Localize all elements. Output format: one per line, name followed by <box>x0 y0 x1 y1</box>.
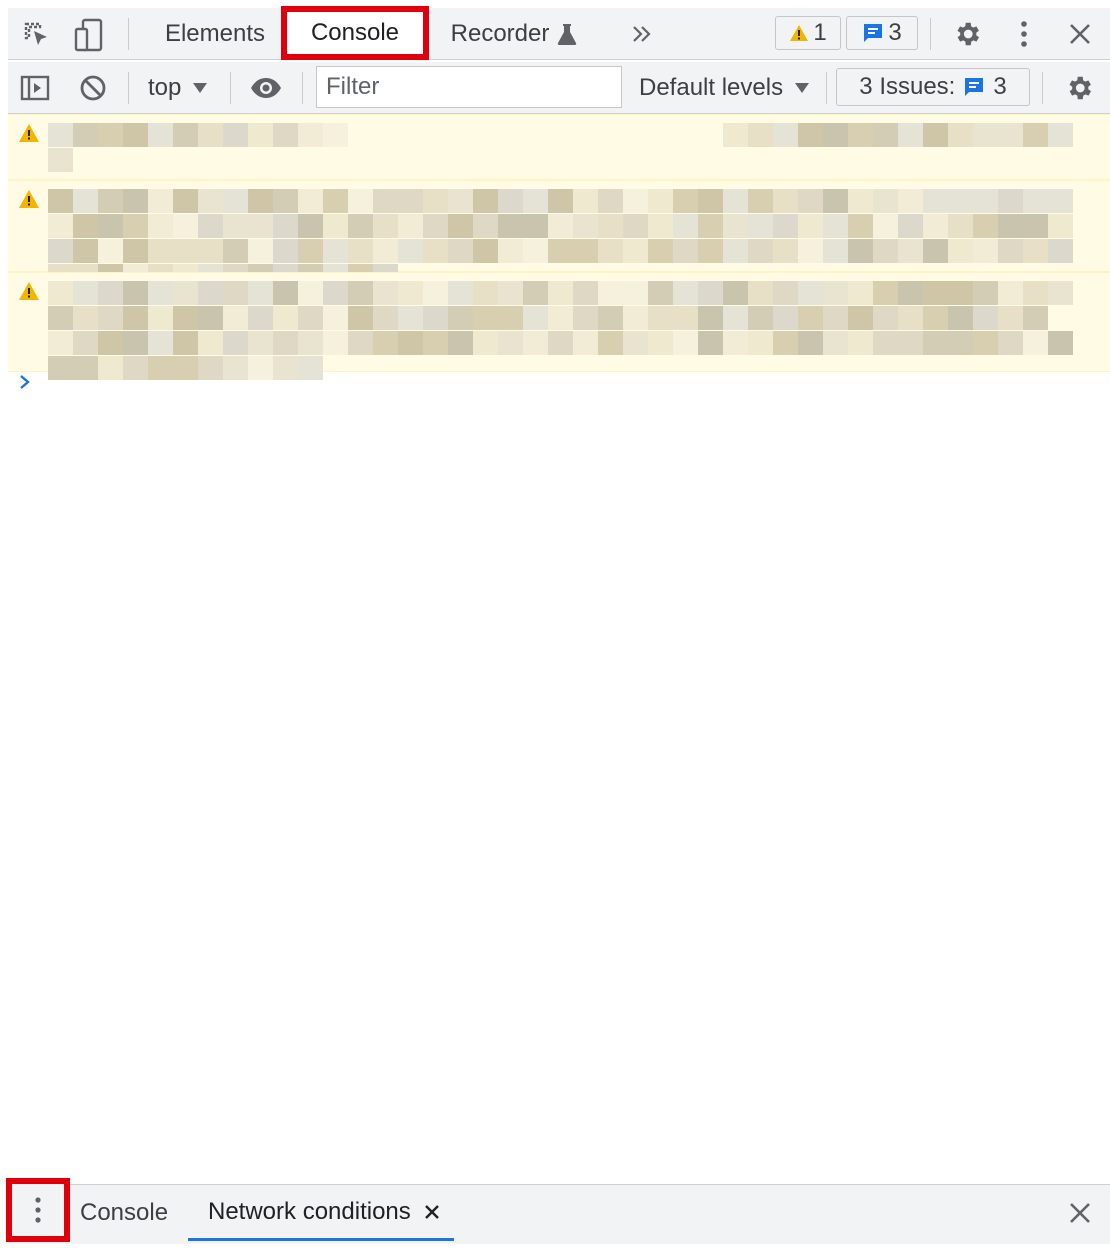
warning-icon <box>19 282 39 300</box>
close-devtools-button[interactable] <box>1062 16 1098 52</box>
clear-console-button[interactable] <box>74 70 112 106</box>
context-selector-label: top <box>148 74 182 101</box>
drawer-menu-button[interactable] <box>6 1178 70 1242</box>
issues-label: 3 Issues: <box>859 73 956 100</box>
toolbar-divider <box>128 18 129 50</box>
vertical-dots-icon <box>35 1197 41 1223</box>
main-tab-bar: Elements Console Recorder 1 3 <box>8 6 1110 60</box>
close-icon <box>1070 24 1090 44</box>
tab-elements[interactable]: Elements <box>156 8 274 60</box>
show-sidebar-button[interactable] <box>16 70 54 106</box>
sidebar-toggle-icon <box>20 75 50 101</box>
customize-menu-button[interactable] <box>1006 16 1042 52</box>
redacted-text <box>48 214 1073 238</box>
close-drawer-button[interactable] <box>1062 1195 1098 1231</box>
toolbar-divider <box>128 72 129 104</box>
redacted-text <box>48 281 1073 305</box>
flask-icon <box>558 24 577 45</box>
chevron-double-right-icon <box>633 26 651 42</box>
warning-icon <box>19 190 39 208</box>
drawer-tab-network-label: Network conditions <box>208 1197 411 1225</box>
close-icon <box>1070 1203 1090 1223</box>
toolbar-divider <box>1042 72 1043 104</box>
bottom-drawer: Console Network conditions <box>6 1178 1110 1244</box>
redacted-text <box>48 331 1073 355</box>
messages-badge[interactable]: 3 <box>846 16 918 50</box>
prompt-chevron-icon <box>20 375 30 389</box>
device-mode-icon <box>74 18 103 52</box>
inspect-element-button[interactable] <box>18 18 56 52</box>
tab-recorder-label: Recorder <box>450 20 550 47</box>
vertical-dots-icon <box>1021 21 1027 47</box>
log-levels-dropdown[interactable]: Default levels <box>639 62 810 114</box>
close-tab-icon[interactable] <box>424 1204 439 1219</box>
warning-icon <box>790 25 809 41</box>
console-messages <box>8 114 1110 380</box>
redacted-text <box>48 123 1073 147</box>
drawer-tab-console[interactable]: Console <box>80 1185 168 1241</box>
console-toolbar: top Default levels 3 Issues: 3 <box>8 62 1110 114</box>
console-prompt[interactable] <box>18 370 32 398</box>
tab-recorder[interactable]: Recorder <box>444 8 584 60</box>
messages-count: 3 <box>888 19 902 46</box>
toolbar-divider <box>930 18 931 50</box>
message-icon <box>965 78 984 96</box>
message-icon <box>864 24 883 42</box>
console-settings-button[interactable] <box>1060 70 1098 106</box>
console-warning-message[interactable] <box>8 114 1110 180</box>
console-warning-message[interactable] <box>8 180 1110 288</box>
context-selector[interactable]: top <box>148 62 208 114</box>
warning-icon <box>19 124 39 142</box>
drawer-tab-network-conditions[interactable]: Network conditions <box>188 1185 454 1241</box>
redacted-text <box>48 189 1073 213</box>
redacted-text <box>48 306 1048 330</box>
live-expression-button[interactable] <box>246 70 286 106</box>
warnings-badge[interactable]: 1 <box>775 16 841 50</box>
device-toolbar-button[interactable] <box>70 16 108 54</box>
console-warning-message[interactable] <box>8 272 1110 380</box>
inspect-icon <box>24 22 47 45</box>
toolbar-divider <box>302 72 303 104</box>
toolbar-divider <box>230 72 231 104</box>
log-levels-label: Default levels <box>639 74 784 101</box>
redacted-text <box>48 148 73 172</box>
more-tabs-button[interactable] <box>624 18 660 50</box>
devtools-window: Elements Console Recorder 1 3 top Filter… <box>0 0 1110 1248</box>
gear-icon <box>1069 76 1091 100</box>
tab-console[interactable]: Console <box>281 6 429 60</box>
issues-count: 3 <box>993 73 1007 100</box>
toolbar-divider <box>826 72 827 104</box>
filter-input[interactable] <box>316 66 622 108</box>
dropdown-arrow-icon <box>795 83 810 93</box>
settings-button[interactable] <box>948 16 986 52</box>
dropdown-arrow-icon <box>193 83 208 93</box>
block-icon <box>80 75 106 101</box>
redacted-text <box>48 239 1073 263</box>
gear-icon <box>957 22 979 46</box>
issues-button[interactable]: 3 Issues: 3 <box>836 68 1030 106</box>
warnings-count: 1 <box>813 19 827 46</box>
eye-icon <box>251 78 281 98</box>
redacted-text <box>48 356 323 380</box>
